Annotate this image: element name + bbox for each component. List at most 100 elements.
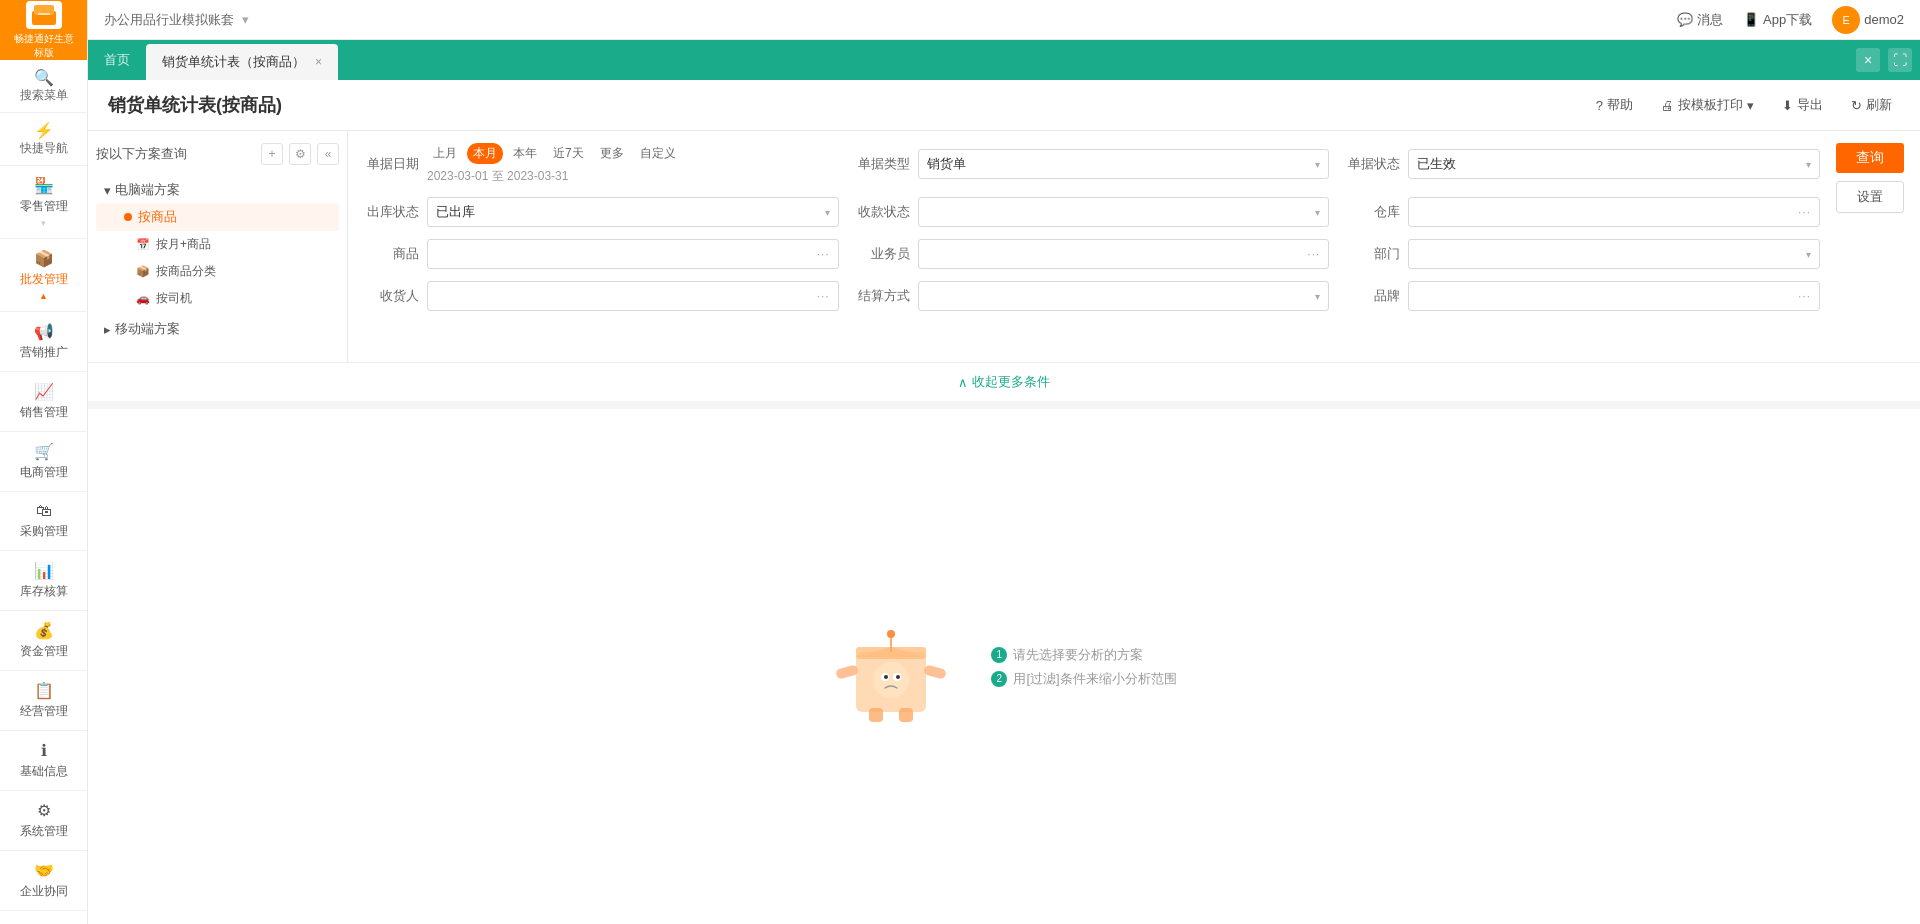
tab-bar-actions: × ⛶ bbox=[1856, 48, 1912, 72]
tree-group-mobile-header[interactable]: ▸ 移动端方案 bbox=[96, 316, 339, 342]
sidebar-item-newbie[interactable]: 📖 新手引导 bbox=[0, 911, 87, 924]
sidebar-item-basic-info[interactable]: ℹ 基础信息 bbox=[0, 731, 87, 791]
salesperson-input[interactable]: ··· bbox=[918, 239, 1330, 269]
sidebar-quick-nav[interactable]: ⚡ 快捷导航 bbox=[0, 113, 87, 166]
warehouse-input[interactable]: ··· bbox=[1408, 197, 1820, 227]
sidebar-item-enterprise-label: 企业协同 bbox=[20, 883, 68, 900]
tree-group-desktop-header[interactable]: ▾ 电脑端方案 bbox=[96, 177, 339, 203]
scheme-settings-button[interactable]: ⚙ bbox=[289, 143, 311, 165]
date-tab-7days[interactable]: 近7天 bbox=[547, 143, 590, 164]
out-status-label: 出库状态 bbox=[364, 203, 419, 221]
hint-2-num: 2 bbox=[991, 671, 1007, 687]
driver-icon: 🚗 bbox=[136, 292, 150, 305]
print-template-button[interactable]: 🖨 按模板打印 ▾ bbox=[1653, 92, 1762, 118]
date-tab-more[interactable]: 更多 bbox=[594, 143, 630, 164]
export-button[interactable]: ⬇ 导出 bbox=[1774, 92, 1831, 118]
tab-minimize-button[interactable]: × bbox=[1856, 48, 1880, 72]
payment-select[interactable]: ▾ bbox=[918, 281, 1330, 311]
tree-item-by-category[interactable]: 📦 按商品分类 bbox=[96, 258, 339, 285]
sidebar-item-enterprise[interactable]: 🤝 企业协同 bbox=[0, 851, 87, 911]
sidebar-item-wholesale[interactable]: 📦 批发管理 ▲ bbox=[0, 239, 87, 312]
app-download-label: App下载 bbox=[1763, 11, 1812, 29]
query-button[interactable]: 查询 bbox=[1836, 143, 1904, 173]
sidebar-item-inventory-label: 库存核算 bbox=[20, 583, 68, 600]
sidebar-item-operations[interactable]: 📋 经营管理 bbox=[0, 671, 87, 731]
help-icon: ? bbox=[1596, 98, 1603, 113]
svg-rect-14 bbox=[869, 708, 883, 722]
empty-hints: 1 请先选择要分析的方案 2 用[过滤]条件来缩小分析范围 bbox=[991, 646, 1176, 688]
doc-type-select[interactable]: 销货单 ▾ bbox=[918, 149, 1330, 179]
tab-sales-report[interactable]: 销货单统计表（按商品） × bbox=[146, 44, 338, 80]
brand-label: 品牌 bbox=[1345, 287, 1400, 305]
user-menu[interactable]: E demo2 bbox=[1832, 6, 1904, 34]
brand-input[interactable]: ··· bbox=[1408, 281, 1820, 311]
sidebar-item-wholesale-label: 批发管理 bbox=[20, 271, 68, 288]
collapse-row[interactable]: ∧ 收起更多条件 bbox=[88, 362, 1920, 401]
sidebar-item-inventory[interactable]: 📊 库存核算 bbox=[0, 551, 87, 611]
tree-mobile-label: 移动端方案 bbox=[115, 320, 180, 338]
sidebar: 畅捷通好生意 标版 🔍 搜索菜单 ⚡ 快捷导航 🏪 零售管理 ▾ 📦 批发管理 … bbox=[0, 0, 88, 924]
inventory-icon: 📊 bbox=[34, 561, 54, 580]
sidebar-item-purchase[interactable]: 🛍 采购管理 bbox=[0, 492, 87, 551]
empty-state: 1 请先选择要分析的方案 2 用[过滤]条件来缩小分析范围 bbox=[88, 409, 1920, 924]
filter-conditions: 单据日期 上月 本月 本年 近7天 更多 自定义 20 bbox=[348, 131, 1836, 362]
sidebar-item-system-label: 系统管理 bbox=[20, 823, 68, 840]
scheme-add-button[interactable]: + bbox=[261, 143, 283, 165]
receipt-status-select[interactable]: ▾ bbox=[918, 197, 1330, 227]
sidebar-item-finance[interactable]: 💰 资金管理 bbox=[0, 611, 87, 671]
finance-icon: 💰 bbox=[34, 621, 54, 640]
sidebar-item-system[interactable]: ⚙ 系统管理 bbox=[0, 791, 87, 851]
scheme-collapse-button[interactable]: « bbox=[317, 143, 339, 165]
app-download-icon: 📱 bbox=[1743, 12, 1759, 27]
svg-rect-15 bbox=[899, 708, 913, 722]
export-label: 导出 bbox=[1797, 96, 1823, 114]
app-dropdown-icon[interactable]: ▾ bbox=[242, 12, 249, 27]
empty-svg bbox=[831, 612, 951, 722]
app-download-button[interactable]: 📱 App下载 bbox=[1743, 11, 1812, 29]
filter-row-doc-type: 单据类型 销货单 ▾ bbox=[855, 143, 1330, 185]
tree-desktop-chevron: ▾ bbox=[104, 183, 111, 198]
department-select[interactable]: ▾ bbox=[1408, 239, 1820, 269]
scheme-panel-header: 按以下方案查询 + ⚙ « bbox=[96, 143, 339, 165]
refresh-button[interactable]: ↻ 刷新 bbox=[1843, 92, 1900, 118]
date-range-display: 2023-03-01 至 2023-03-31 bbox=[427, 168, 839, 185]
settings-icon: ⚙ bbox=[295, 147, 306, 161]
consignee-input[interactable]: ··· bbox=[427, 281, 839, 311]
filter-row-warehouse: 仓库 ··· bbox=[1345, 197, 1820, 227]
product-input[interactable]: ··· bbox=[427, 239, 839, 269]
month-icon: 📅 bbox=[136, 238, 150, 251]
out-status-select[interactable]: 已出库 ▾ bbox=[427, 197, 839, 227]
tab-home[interactable]: 首页 bbox=[88, 40, 146, 80]
svg-rect-2 bbox=[38, 13, 50, 15]
sidebar-item-sales[interactable]: 📈 销售管理 bbox=[0, 372, 87, 432]
out-status-dropdown-icon: ▾ bbox=[825, 207, 830, 218]
message-button[interactable]: 💬 消息 bbox=[1677, 11, 1723, 29]
tree-item-by-driver[interactable]: 🚗 按司机 bbox=[96, 285, 339, 312]
sidebar-search[interactable]: 🔍 搜索菜单 bbox=[0, 60, 87, 113]
department-label: 部门 bbox=[1345, 245, 1400, 263]
svg-point-11 bbox=[887, 630, 895, 638]
hint-1-text: 请先选择要分析的方案 bbox=[1013, 646, 1143, 664]
date-label: 单据日期 bbox=[364, 155, 419, 173]
tab-close-button[interactable]: × bbox=[315, 55, 322, 69]
tree-item-by-month-product[interactable]: 📅 按月+商品 bbox=[96, 231, 339, 258]
tab-maximize-button[interactable]: ⛶ bbox=[1888, 48, 1912, 72]
sidebar-item-ecommerce[interactable]: 🛒 电商管理 bbox=[0, 432, 87, 492]
date-tab-this-year[interactable]: 本年 bbox=[507, 143, 543, 164]
date-tab-last-month[interactable]: 上月 bbox=[427, 143, 463, 164]
sidebar-item-marketing[interactable]: 📢 营销推广 bbox=[0, 312, 87, 372]
doc-type-dropdown-icon: ▾ bbox=[1315, 159, 1320, 170]
tree-item-by-driver-label: 按司机 bbox=[156, 290, 192, 307]
sidebar-item-retail[interactable]: 🏪 零售管理 ▾ bbox=[0, 166, 87, 239]
salesperson-dots-icon: ··· bbox=[1307, 247, 1320, 261]
purchase-icon: 🛍 bbox=[36, 502, 52, 520]
tree-item-by-product[interactable]: 按商品 bbox=[96, 203, 339, 231]
doc-status-select[interactable]: 已生效 ▾ bbox=[1408, 149, 1820, 179]
doc-type-label: 单据类型 bbox=[855, 155, 910, 173]
settings-button[interactable]: 设置 bbox=[1836, 181, 1904, 213]
scheme-panel-title: 按以下方案查询 bbox=[96, 145, 187, 163]
date-tab-this-month[interactable]: 本月 bbox=[467, 143, 503, 164]
svg-rect-13 bbox=[923, 664, 947, 679]
date-tab-custom[interactable]: 自定义 bbox=[634, 143, 682, 164]
help-button[interactable]: ? 帮助 bbox=[1588, 92, 1641, 118]
